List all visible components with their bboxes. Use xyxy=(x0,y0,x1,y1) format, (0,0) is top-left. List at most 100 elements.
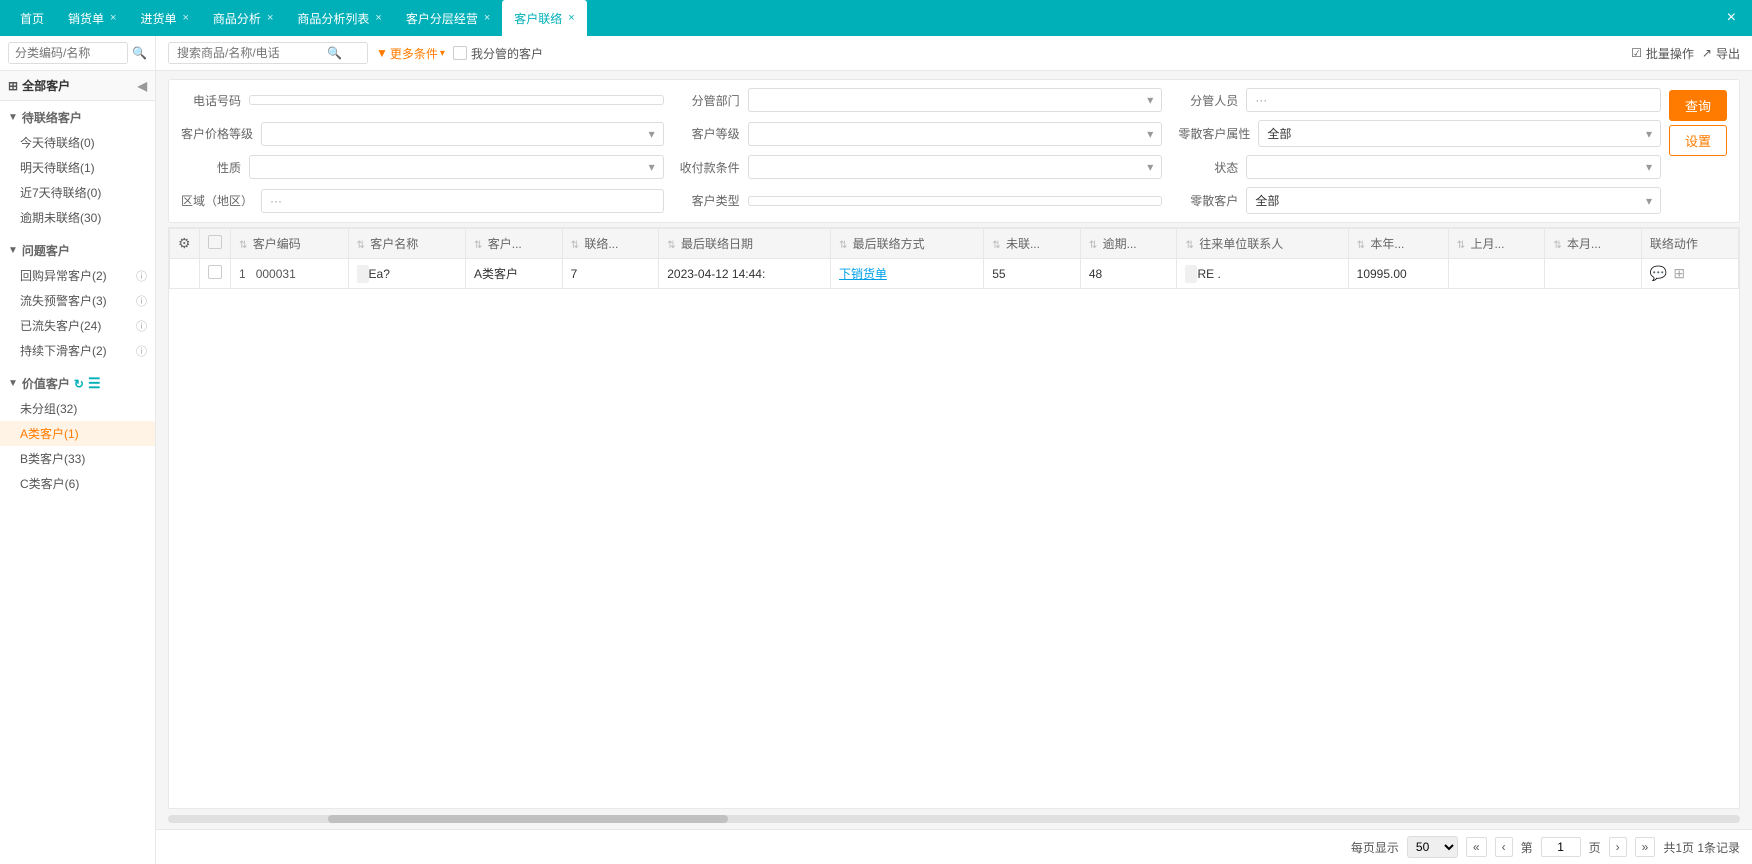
filter-nature-select[interactable]: ▾ xyxy=(249,155,664,179)
filter-phone-input[interactable] xyxy=(249,95,664,105)
sidebar-section-problem-title[interactable]: ▼ 问题客户 xyxy=(0,238,155,263)
sidebar-item-class-a[interactable]: A类客户(1) xyxy=(0,421,155,446)
filter-retail-select[interactable]: 全部 ▾ xyxy=(1246,187,1661,214)
more-filter-button[interactable]: ▼ 更多条件 ▾ xyxy=(376,45,445,62)
tomorrow-pending-label: 明天待联络(1) xyxy=(20,159,95,176)
main-search-icon[interactable]: 🔍 xyxy=(327,46,342,60)
sidebar-collapse-button[interactable]: ◀ xyxy=(138,79,147,93)
filter-row-1: 电话号码 分管部门 ▾ 分管人员 ··· xyxy=(181,88,1661,112)
filter-retail-attr-select[interactable]: 全部 ▾ xyxy=(1258,120,1661,147)
info-icon-repurchase[interactable]: ⓘ xyxy=(136,268,147,284)
sidebar-item-ungrouped[interactable]: 未分组(32) xyxy=(0,396,155,421)
row-overdue: 48 xyxy=(1080,259,1177,289)
nav-purchase-close[interactable]: × xyxy=(182,12,188,24)
declining-label: 持续下滑客户(2) xyxy=(20,342,107,359)
nav-contact-close[interactable]: × xyxy=(568,12,574,24)
row-uncontacted: 55 xyxy=(984,259,1081,289)
sidebar-item-declining[interactable]: 持续下滑客户(2) ⓘ xyxy=(0,338,155,363)
batch-op-button[interactable]: ☑ 批量操作 xyxy=(1631,45,1694,62)
filter-person-select[interactable]: ··· xyxy=(1246,88,1661,112)
sidebar-item-class-c[interactable]: C类客户(6) xyxy=(0,471,155,496)
sidebar-search-input[interactable] xyxy=(8,42,128,64)
nav-customer-segment[interactable]: 客户分层经营 × xyxy=(394,0,502,36)
sidebar-item-churn-warning[interactable]: 流失预警客户(3) ⓘ xyxy=(0,288,155,313)
value-refresh-icon[interactable]: ↻ xyxy=(74,377,84,391)
sidebar-item-tomorrow-pending[interactable]: 明天待联络(1) xyxy=(0,155,155,180)
value-settings-icon[interactable]: ☰ xyxy=(88,375,101,392)
export-button[interactable]: ↗ 导出 xyxy=(1702,45,1740,62)
page-number-input[interactable] xyxy=(1541,837,1581,857)
filter-icon: ▼ xyxy=(376,46,388,60)
query-button[interactable]: 查询 xyxy=(1669,90,1727,121)
filter-nature: 性质 ▾ xyxy=(181,155,664,179)
my-customers-label: 我分管的客户 xyxy=(471,45,543,62)
nav-purchase-order[interactable]: 进货单 × xyxy=(128,0,200,36)
sidebar-item-today-pending[interactable]: 今天待联络(0) xyxy=(0,130,155,155)
sidebar-item-class-b[interactable]: B类客户(33) xyxy=(0,446,155,471)
nav-customer-contact[interactable]: 客户联络 × xyxy=(502,0,586,36)
horizontal-scrollbar[interactable] xyxy=(168,813,1740,825)
col-action: 联络动作 xyxy=(1641,229,1738,259)
filter-customer-level-select[interactable]: ▾ xyxy=(748,122,1163,146)
filter-price-level: 客户价格等级 ▾ xyxy=(181,122,664,146)
export-icon: ↗ xyxy=(1702,46,1712,60)
main-search-input[interactable] xyxy=(177,46,327,60)
next-page-button[interactable]: › xyxy=(1609,837,1627,857)
row-name-tag xyxy=(357,265,369,283)
my-customers-checkbox[interactable] xyxy=(453,46,467,60)
sidebar-item-overdue-pending[interactable]: 逾期未联络(30) xyxy=(0,205,155,230)
col-last-date-label: 最后联络日期 xyxy=(681,237,753,251)
setting-button[interactable]: 设置 xyxy=(1669,125,1727,156)
first-page-button[interactable]: « xyxy=(1466,837,1487,857)
table-settings-icon[interactable]: ⚙ xyxy=(178,235,191,251)
filter-price-level-select[interactable]: ▾ xyxy=(261,122,664,146)
filter-region-select[interactable]: ··· xyxy=(261,189,664,213)
nav-sales-order[interactable]: 销货单 × xyxy=(56,0,128,36)
info-icon-churned[interactable]: ⓘ xyxy=(136,318,147,334)
nav-product-analysis-list[interactable]: 商品分析列表 × xyxy=(285,0,393,36)
nav-product-list-close[interactable]: × xyxy=(375,12,381,24)
filter-retail-attr: 零散客户属性 全部 ▾ xyxy=(1178,120,1661,147)
filter-payment-label: 收付款条件 xyxy=(680,159,740,176)
filter-payment-select[interactable]: ▾ xyxy=(748,155,1163,179)
row-select-checkbox[interactable] xyxy=(208,265,222,279)
row-chat-icon[interactable]: 💬 xyxy=(1650,265,1667,282)
row-qr-icon[interactable]: ⊞ xyxy=(1673,265,1685,282)
per-page-select[interactable]: 50 100 200 xyxy=(1407,836,1458,858)
sidebar-item-churned[interactable]: 已流失客户(24) ⓘ xyxy=(0,313,155,338)
price-level-arrow-icon: ▾ xyxy=(649,127,655,141)
nav-sales-close[interactable]: × xyxy=(110,12,116,24)
col-sort-type-icon: ⇅ xyxy=(474,240,482,251)
sidebar-search-icon[interactable]: 🔍 xyxy=(132,46,147,60)
row-person-tag xyxy=(1185,265,1197,283)
sidebar-section-value-title[interactable]: ▼ 价值客户 ↻ ☰ xyxy=(0,371,155,396)
last-page-button[interactable]: » xyxy=(1635,837,1656,857)
retail-attr-arrow-icon: ▾ xyxy=(1646,127,1652,141)
prev-page-button[interactable]: ‹ xyxy=(1495,837,1513,857)
nav-customer-contact-label: 客户联络 xyxy=(514,10,562,27)
scrollbar-thumb[interactable] xyxy=(328,815,728,823)
window-close-button[interactable]: × xyxy=(1719,9,1744,27)
table-header-row: ⚙ ⇅ 客户编码 ⇅ 客户名称 xyxy=(170,229,1739,259)
nav-product-analysis[interactable]: 商品分析 × xyxy=(201,0,285,36)
sidebar-section-pending-title[interactable]: ▼ 待联络客户 xyxy=(0,105,155,130)
info-icon-churn-warning[interactable]: ⓘ xyxy=(136,293,147,309)
col-last-method: ⇅ 最后联络方式 xyxy=(830,229,983,259)
filter-customer-type-input[interactable] xyxy=(748,196,1163,206)
row-this-year: 10995.00 xyxy=(1348,259,1448,289)
nav-home[interactable]: 首页 xyxy=(8,0,56,36)
sidebar-all-customers-header[interactable]: ⊞ 全部客户 ◀ xyxy=(0,71,155,101)
sidebar-item-repurchase-abnormal[interactable]: 回购异常客户(2) ⓘ xyxy=(0,263,155,288)
filter-status-select[interactable]: ▾ xyxy=(1246,155,1661,179)
nav-product-analysis-close[interactable]: × xyxy=(267,12,273,24)
info-icon-declining[interactable]: ⓘ xyxy=(136,343,147,359)
filter-dept-select[interactable]: ▾ xyxy=(748,88,1163,112)
row-last-method-link[interactable]: 下销货单 xyxy=(839,267,887,281)
filter-retail-attr-value: 全部 xyxy=(1267,125,1291,142)
sidebar-item-week-pending[interactable]: 近7天待联络(0) xyxy=(0,180,155,205)
select-all-checkbox[interactable] xyxy=(208,235,222,249)
nav-segment-close[interactable]: × xyxy=(484,12,490,24)
customer-level-arrow-icon: ▾ xyxy=(1147,127,1153,141)
filter-dept-label: 分管部门 xyxy=(680,92,740,109)
col-type-label: 客户... xyxy=(488,237,522,251)
